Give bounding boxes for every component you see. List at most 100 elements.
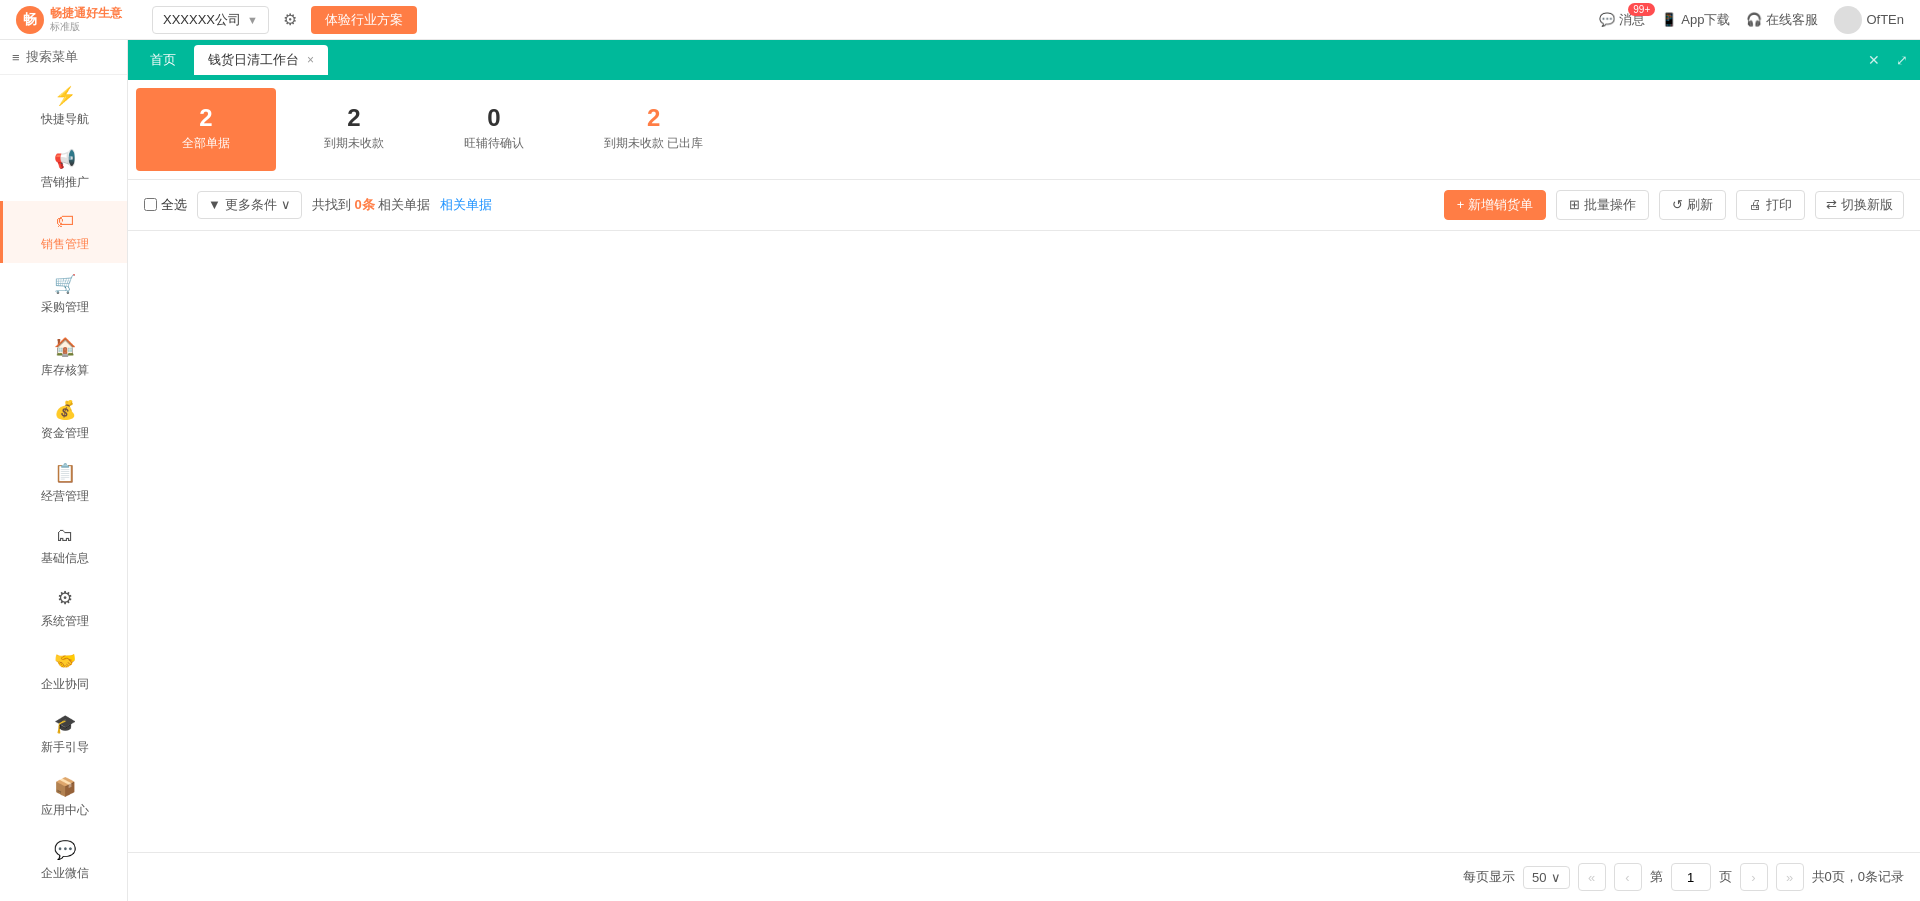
sidebar-item-app-center[interactable]: 📦 应用中心 [0,766,127,829]
stat-card-0[interactable]: 2 全部单据 [136,88,276,171]
app-download-item[interactable]: 📱 App下载 [1661,11,1730,29]
page-label-after: 页 [1719,868,1732,886]
stat-label-3: 到期未收款 已出库 [604,135,703,152]
refresh-icon: ↺ [1672,197,1683,212]
next-page-btn[interactable]: › [1740,863,1768,891]
switch-label: 切换新版 [1841,196,1893,214]
tab-home[interactable]: 首页 [136,45,190,75]
first-page-btn[interactable]: « [1578,863,1606,891]
main-area: 首页 钱货日清工作台 × ✕ ⤢ 2 全部单据 2 到期未收款 [128,40,1920,901]
company-arrow: ▼ [247,14,258,26]
sidebar-item-member[interactable]: 🎖 畅会员 [0,892,127,901]
result-prefix: 共找到 [312,197,351,212]
logo-area: 畅 畅捷通好生意 标准版 [16,6,144,34]
sidebar-item-quick-nav[interactable]: ⚡ 快捷导航 [0,75,127,138]
content-area: 2 全部单据 2 到期未收款 0 旺辅待确认 2 到期未收款 已出库 [128,80,1920,901]
last-page-btn[interactable]: » [1776,863,1804,891]
sidebar-label-guide: 新手引导 [41,739,89,756]
messages-item[interactable]: 💬 消息 99+ [1599,11,1645,29]
sidebar-label-app-center: 应用中心 [41,802,89,819]
sidebar-item-business[interactable]: 📋 经营管理 [0,452,127,515]
filter-label: 更多条件 [225,196,277,214]
filter-icon: ▼ [208,197,221,212]
page-input[interactable] [1671,863,1711,891]
page-label-before: 第 [1650,868,1663,886]
business-icon: 📋 [54,462,76,484]
print-icon: 🖨 [1749,197,1762,212]
sidebar-item-system[interactable]: ⚙ 系统管理 [0,577,127,640]
page-size-select[interactable]: 50 ∨ [1523,866,1569,889]
sidebar-search[interactable]: ≡ 搜索菜单 [0,40,127,75]
system-icon: ⚙ [57,587,73,609]
prev-page-btn[interactable]: ‹ [1614,863,1642,891]
header-right: 💬 消息 99+ 📱 App下载 🎧 在线客服 OfTEn [1599,6,1904,34]
sidebar-label-basic-info: 基础信息 [41,550,89,567]
app-download-label: App下载 [1681,11,1730,29]
stat-card-3[interactable]: 2 到期未收款 已出库 [564,80,743,179]
search-menu-label: 搜索菜单 [26,48,78,66]
select-all-label[interactable]: 全选 [144,196,187,214]
sidebar-item-wechat[interactable]: 💬 企业微信 [0,829,127,892]
select-all-checkbox[interactable] [144,198,157,211]
sidebar-label-sales: 销售管理 [41,236,89,253]
sidebar-item-purchase[interactable]: 🛒 采购管理 [0,263,127,326]
tab-expand-btn[interactable]: ⤢ [1892,48,1912,72]
stat-label-1: 到期未收款 [324,135,384,152]
batch-label: 批量操作 [1584,196,1636,214]
service-icon: 🎧 [1746,12,1762,27]
sidebar-item-guide[interactable]: 🎓 新手引导 [0,703,127,766]
related-link[interactable]: 相关单据 [440,196,492,214]
page-size-arrow: ∨ [1551,870,1561,885]
stat-num-1: 2 [347,104,360,133]
stat-card-1[interactable]: 2 到期未收款 [284,80,424,179]
app-center-icon: 📦 [54,776,76,798]
refresh-btn[interactable]: ↺ 刷新 [1659,190,1726,220]
total-info: 共0页，0条记录 [1812,868,1904,886]
marketing-icon: 📢 [54,148,76,170]
stats-row: 2 全部单据 2 到期未收款 0 旺辅待确认 2 到期未收款 已出库 [128,80,1920,180]
print-label: 打印 [1766,196,1792,214]
basic-info-icon: 🗂 [56,525,74,546]
sidebar-item-inventory[interactable]: 🏠 库存核算 [0,326,127,389]
pagination-bar: 每页显示 50 ∨ « ‹ 第 页 › » 共0页，0条记录 [128,852,1920,901]
sidebar-label-system: 系统管理 [41,613,89,630]
logo-icon: 畅 [16,6,44,34]
experience-btn[interactable]: 体验行业方案 [311,6,417,34]
batch-btn[interactable]: ⊞ 批量操作 [1556,190,1649,220]
tab-close-icon[interactable]: × [307,53,314,67]
logo-sub: 标准版 [50,21,122,33]
enterprise-icon: 🤝 [54,650,76,672]
sidebar-item-sales[interactable]: 🏷 销售管理 [0,201,127,263]
sidebar-label-marketing: 营销推广 [41,174,89,191]
sidebar-item-marketing[interactable]: 📢 营销推广 [0,138,127,201]
online-service-item[interactable]: 🎧 在线客服 [1746,11,1818,29]
sidebar-item-basic-info[interactable]: 🗂 基础信息 [0,515,127,577]
wechat-icon: 💬 [54,839,76,861]
tab-active-label: 钱货日清工作台 [208,51,299,69]
settings-icon[interactable]: ⚙ [279,6,301,33]
avatar [1834,6,1862,34]
result-suffix: 相关单据 [378,197,430,212]
select-all-text: 全选 [161,196,187,214]
filter-btn[interactable]: ▼ 更多条件 ∨ [197,191,302,219]
message-icon: 💬 [1599,12,1615,27]
company-selector[interactable]: XXXXXX公司 ▼ [152,6,269,34]
inventory-icon: 🏠 [54,336,76,358]
toolbar: 全选 ▼ 更多条件 ∨ 共找到 0条 相关单据 相关单据 [128,180,1920,231]
tab-minimize-btn[interactable]: ✕ [1864,48,1884,72]
sidebar-label-purchase: 采购管理 [41,299,89,316]
new-sale-btn[interactable]: + 新增销货单 [1444,190,1546,220]
switch-icon: ⇄ [1826,197,1837,212]
sidebar-item-finance[interactable]: 💰 资金管理 [0,389,127,452]
sidebar-item-enterprise[interactable]: 🤝 企业协同 [0,640,127,703]
refresh-label: 刷新 [1687,196,1713,214]
switch-btn[interactable]: ⇄ 切换新版 [1815,191,1904,219]
stat-card-2[interactable]: 0 旺辅待确认 [424,80,564,179]
tab-active[interactable]: 钱货日清工作台 × [194,45,328,75]
tab-home-label: 首页 [150,51,176,69]
quick-nav-icon: ⚡ [54,85,76,107]
username: OfTEn [1866,12,1904,27]
avatar-area[interactable]: OfTEn [1834,6,1904,34]
print-btn[interactable]: 🖨 打印 [1736,190,1805,220]
stat-num-2: 0 [487,104,500,133]
